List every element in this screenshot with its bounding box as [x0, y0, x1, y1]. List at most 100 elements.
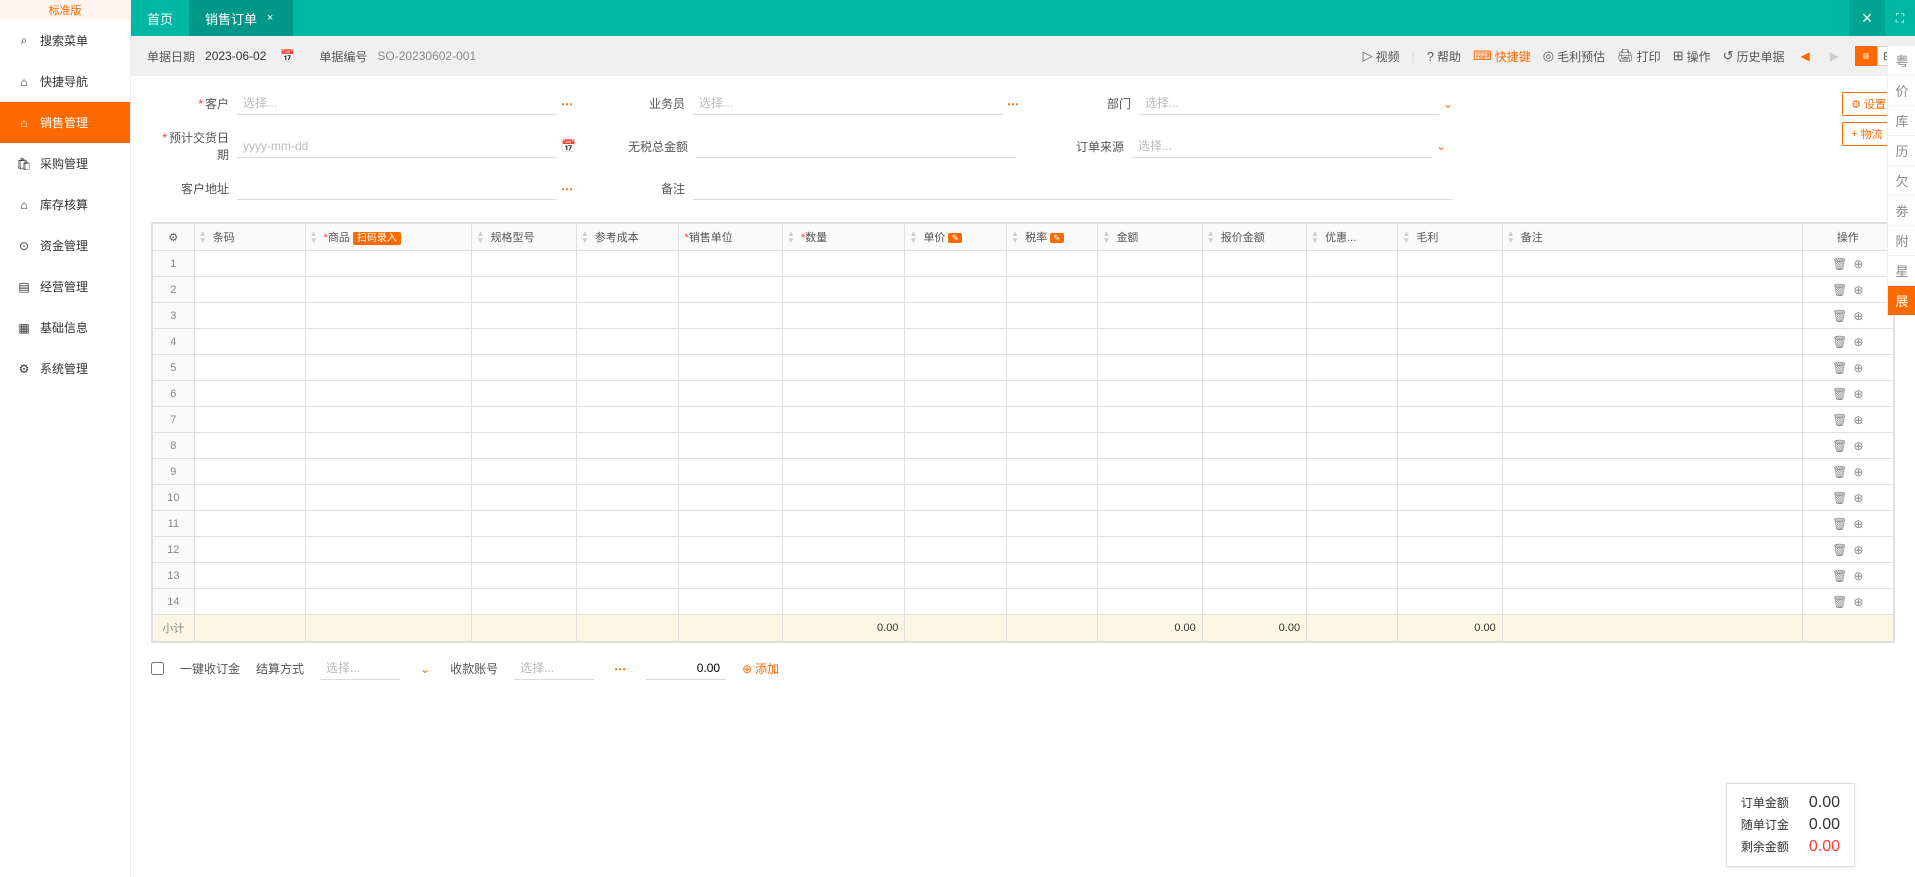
cell[interactable] — [1502, 511, 1802, 537]
sidebar-item-1[interactable]: ⌂快捷导航 — [0, 61, 130, 102]
cell[interactable] — [782, 563, 905, 589]
delete-icon[interactable]: 🗑 — [1832, 595, 1847, 609]
cell[interactable] — [1202, 251, 1306, 277]
gear-header[interactable]: ⚙ — [153, 224, 195, 251]
cell[interactable] — [1398, 251, 1502, 277]
delete-icon[interactable]: 🗑 — [1832, 257, 1847, 271]
copy-icon[interactable]: ⊕ — [1853, 361, 1863, 375]
cell[interactable] — [1398, 277, 1502, 303]
cell[interactable] — [1098, 303, 1202, 329]
table-row[interactable]: 3🗑⊕ — [153, 303, 1894, 329]
rail-item-0[interactable]: 粤 — [1888, 46, 1915, 76]
cell[interactable] — [1502, 355, 1802, 381]
cell[interactable] — [1307, 459, 1398, 485]
cell[interactable] — [678, 329, 782, 355]
cell[interactable] — [1202, 459, 1306, 485]
sort-icon[interactable]: ▲▼ — [199, 230, 207, 244]
cell[interactable] — [1307, 303, 1398, 329]
cell[interactable] — [305, 407, 472, 433]
cell[interactable] — [1007, 433, 1098, 459]
cell[interactable] — [1502, 433, 1802, 459]
cell[interactable] — [1307, 277, 1398, 303]
no-tax-input[interactable] — [696, 135, 1016, 158]
cell[interactable] — [1007, 485, 1098, 511]
cell[interactable] — [678, 511, 782, 537]
cell[interactable] — [472, 485, 576, 511]
cell[interactable] — [1398, 433, 1502, 459]
cell[interactable] — [1007, 277, 1098, 303]
cell[interactable] — [782, 251, 905, 277]
cell[interactable] — [905, 407, 1007, 433]
cell[interactable] — [576, 381, 678, 407]
rail-item-5[interactable]: 劵 — [1888, 196, 1915, 226]
sort-icon[interactable]: ▲▼ — [1507, 230, 1515, 244]
settle-input[interactable] — [320, 657, 400, 680]
cell[interactable] — [472, 251, 576, 277]
cell[interactable] — [905, 381, 1007, 407]
cell[interactable] — [1502, 563, 1802, 589]
history-link[interactable]: ↺历史单据 — [1723, 48, 1785, 65]
cell[interactable] — [1007, 407, 1098, 433]
help-link[interactable]: ?帮助 — [1427, 48, 1461, 65]
cell[interactable] — [194, 277, 305, 303]
cell[interactable] — [305, 589, 472, 615]
salesman-input[interactable] — [693, 92, 1003, 115]
cell[interactable] — [1007, 381, 1098, 407]
edit-icon[interactable]: ✎ — [948, 233, 962, 243]
cell[interactable] — [472, 355, 576, 381]
cell[interactable] — [305, 251, 472, 277]
cell[interactable] — [678, 433, 782, 459]
account-input[interactable] — [514, 657, 594, 680]
cell[interactable] — [1098, 277, 1202, 303]
shortcut-link[interactable]: ⌨快捷键 — [1473, 48, 1531, 65]
chevron-down-icon[interactable]: ⌄ — [1439, 97, 1457, 111]
cell[interactable] — [1007, 355, 1098, 381]
salesman-picker-icon[interactable]: ⋯ — [1003, 97, 1023, 111]
cell[interactable] — [678, 563, 782, 589]
cell[interactable] — [576, 355, 678, 381]
cell[interactable] — [576, 511, 678, 537]
video-link[interactable]: ▷视频 — [1363, 48, 1400, 65]
cell[interactable] — [1007, 511, 1098, 537]
cell[interactable] — [576, 485, 678, 511]
cell[interactable] — [472, 459, 576, 485]
cell[interactable] — [905, 511, 1007, 537]
remark-input[interactable] — [693, 177, 1453, 200]
operate-link[interactable]: ⊞操作 — [1673, 48, 1711, 65]
sort-icon[interactable]: ▲▼ — [1102, 230, 1110, 244]
cell[interactable] — [305, 303, 472, 329]
cell[interactable] — [1202, 355, 1306, 381]
cell[interactable] — [194, 355, 305, 381]
copy-icon[interactable]: ⊕ — [1853, 257, 1863, 271]
cell[interactable] — [576, 589, 678, 615]
sidebar-item-0[interactable]: ⌕搜索菜单 — [0, 20, 130, 61]
edit-icon[interactable]: ✎ — [1050, 233, 1064, 243]
table-row[interactable]: 11🗑⊕ — [153, 511, 1894, 537]
cell[interactable] — [1307, 407, 1398, 433]
table-row[interactable]: 1🗑⊕ — [153, 251, 1894, 277]
cell[interactable] — [1202, 381, 1306, 407]
cell[interactable] — [576, 407, 678, 433]
cell[interactable] — [1098, 537, 1202, 563]
table-row[interactable]: 10🗑⊕ — [153, 485, 1894, 511]
cell[interactable] — [194, 433, 305, 459]
cell[interactable] — [194, 407, 305, 433]
cell[interactable] — [782, 329, 905, 355]
copy-icon[interactable]: ⊕ — [1853, 413, 1863, 427]
sort-icon[interactable]: ▲▼ — [1011, 230, 1019, 244]
cell[interactable] — [1502, 381, 1802, 407]
delete-icon[interactable]: 🗑 — [1832, 283, 1847, 297]
cell[interactable] — [905, 277, 1007, 303]
cell[interactable] — [194, 303, 305, 329]
cell[interactable] — [1098, 407, 1202, 433]
tab-0[interactable]: 首页 — [131, 0, 189, 36]
cell[interactable] — [1307, 251, 1398, 277]
cell[interactable] — [1007, 303, 1098, 329]
delete-icon[interactable]: 🗑 — [1832, 387, 1847, 401]
cell[interactable] — [1007, 459, 1098, 485]
cell[interactable] — [1007, 589, 1098, 615]
cell[interactable] — [1398, 381, 1502, 407]
cell[interactable] — [1398, 355, 1502, 381]
cell[interactable] — [905, 251, 1007, 277]
delete-icon[interactable]: 🗑 — [1832, 413, 1847, 427]
